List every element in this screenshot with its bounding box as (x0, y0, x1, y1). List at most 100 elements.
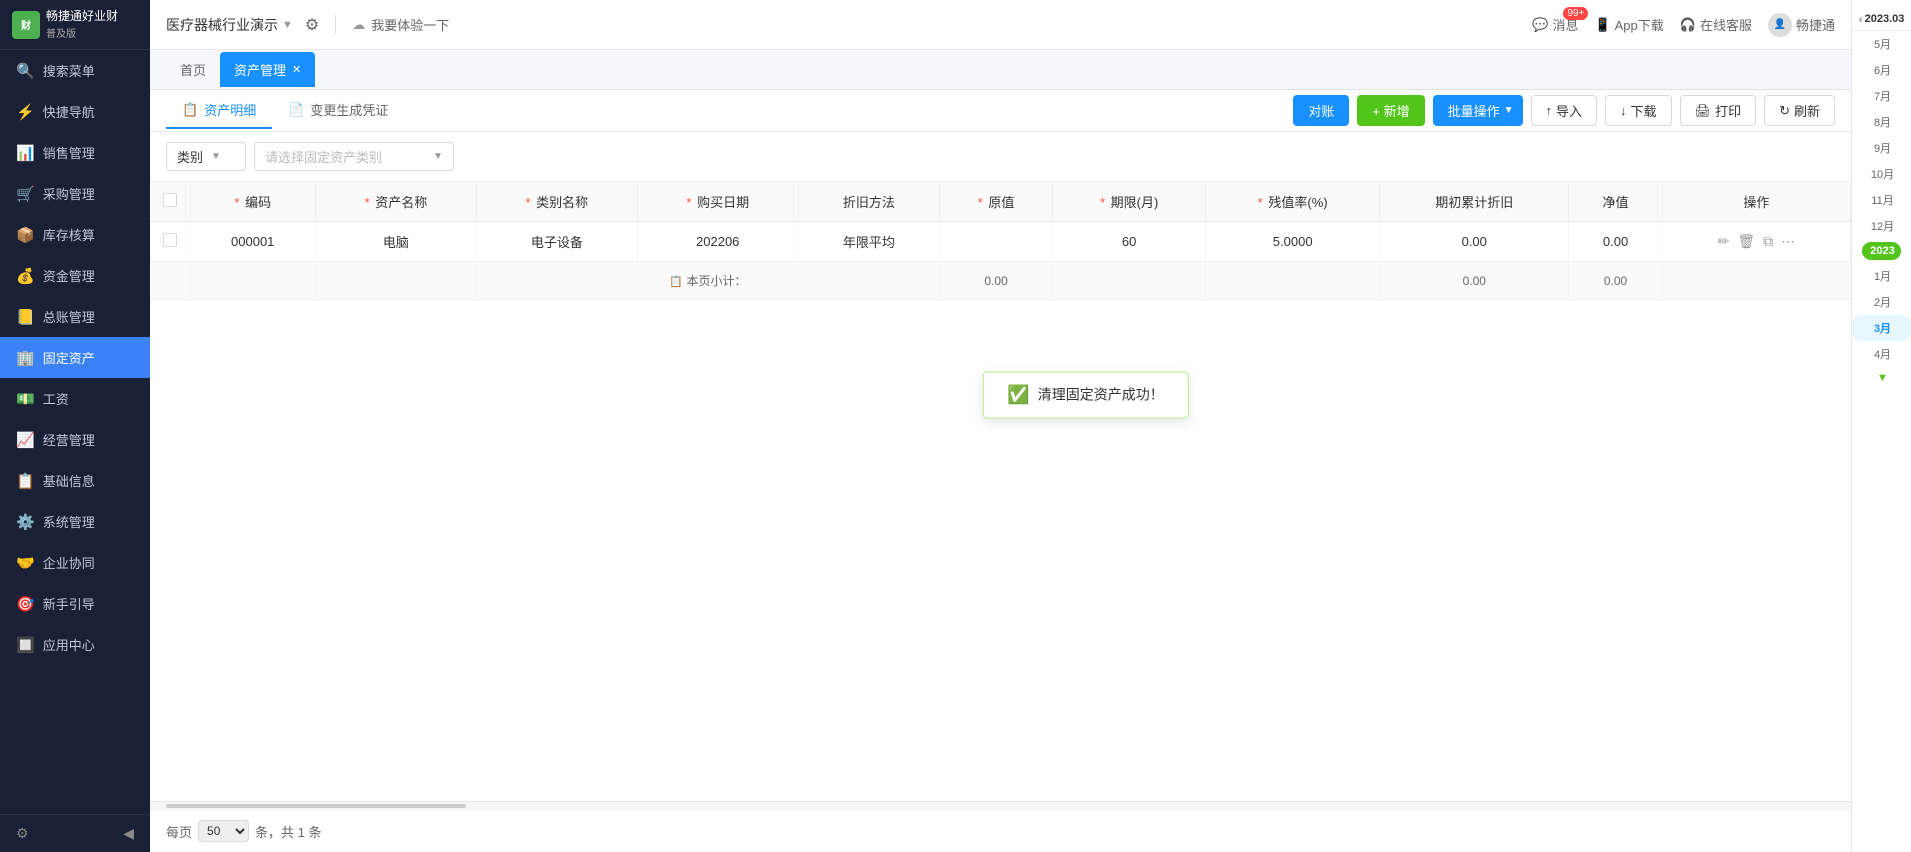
tab-asset-mgmt[interactable]: 资产管理 ✕ (220, 52, 315, 87)
company-selector[interactable]: 医疗器械行业演示 ▼ (166, 15, 293, 35)
row-actions: ✏ 🗑 ⧉ ⋯ (1662, 222, 1850, 262)
import-icon: ↑ (1546, 103, 1553, 118)
top-header: 医疗器械行业演示 ▼ ⚙ ☁ 我要体验一下 💬 消息 99+ 📱 App下载 🎧… (150, 0, 1851, 50)
user-menu-button[interactable]: 👤 畅捷通 (1768, 13, 1835, 37)
copy-icon[interactable]: ⧉ (1763, 233, 1773, 250)
category-input[interactable]: 请选择固定资产类别 ▼ (254, 142, 454, 171)
new-button[interactable]: + 新增 (1357, 95, 1424, 126)
system-icon: ⚙️ (16, 513, 35, 531)
sidebar-label-quick-nav: 快捷导航 (43, 102, 95, 121)
timeline-month-5[interactable]: 5月 (1852, 31, 1911, 57)
row-checkbox-cell (150, 222, 190, 262)
timeline-nav-left[interactable]: ‹ (1859, 12, 1863, 26)
col-code: * 编码 (190, 182, 315, 222)
header-gear-icon[interactable]: ⚙ (305, 15, 319, 35)
category-chevron-icon: ▼ (211, 151, 221, 162)
finance-icon: 💰 (16, 267, 35, 285)
sub-tab-change-voucher-label: 变更生成凭证 (310, 100, 388, 119)
sidebar-item-purchase[interactable]: 🛒 采购管理 (0, 173, 150, 214)
cloud-icon: ☁ (352, 17, 365, 33)
sidebar-footer: ⚙ ◀ (0, 814, 150, 852)
category-select[interactable]: 类别 ▼ (166, 142, 246, 171)
sidebar-item-basic-info[interactable]: 📋 基础信息 (0, 460, 150, 501)
business-icon: 📈 (16, 431, 35, 449)
timeline-month-3-current[interactable]: 3月 (1852, 315, 1911, 341)
payroll-icon: 💵 (16, 390, 35, 408)
refresh-button[interactable]: ↻ 刷新 (1764, 95, 1835, 126)
timeline-month-8[interactable]: 8月 (1852, 109, 1911, 135)
header-checkbox[interactable] (163, 193, 177, 207)
sub-tab-change-voucher[interactable]: 📄 变更生成凭证 (272, 92, 404, 129)
sidebar-item-ledger[interactable]: 📒 总账管理 (0, 296, 150, 337)
timeline-month-6[interactable]: 6月 (1852, 57, 1911, 83)
sidebar-item-fixed-assets[interactable]: 🏢 固定资产 (0, 337, 150, 378)
tab-home[interactable]: 首页 (166, 52, 220, 87)
timeline-month-4[interactable]: 4月 (1852, 341, 1911, 367)
cooperation-icon: 🤝 (16, 554, 35, 572)
subtotal-net-value: 0.00 (1569, 262, 1663, 300)
page-content: 📋 资产明细 📄 变更生成凭证 对账 + 新增 批量操作 ▼ (150, 90, 1851, 852)
reconcile-button[interactable]: 对账 (1293, 95, 1349, 126)
col-category: * 类别名称 (476, 182, 637, 222)
delete-icon[interactable]: 🗑 (1737, 233, 1755, 250)
timeline-nav-down[interactable]: ▼ (1852, 367, 1911, 389)
sidebar-label-sales: 销售管理 (43, 143, 95, 162)
sales-icon: 📊 (16, 144, 35, 162)
timeline-month-12[interactable]: 12月 (1852, 213, 1911, 239)
collapse-icon[interactable]: ◀ (123, 825, 134, 842)
sidebar-item-business[interactable]: 📈 经营管理 (0, 419, 150, 460)
sidebar-item-sales[interactable]: 📊 销售管理 (0, 132, 150, 173)
download-button[interactable]: ↓ 下载 (1605, 95, 1672, 126)
timeline-month-2[interactable]: 2月 (1852, 289, 1911, 315)
col-name: * 资产名称 (315, 182, 476, 222)
timeline-month-9[interactable]: 9月 (1852, 135, 1911, 161)
sidebar-item-search[interactable]: 🔍 搜索菜单 (0, 50, 150, 91)
new-label: + 新增 (1372, 101, 1409, 120)
tab-asset-mgmt-label: 资产管理 (234, 60, 286, 79)
import-button[interactable]: ↑ 导入 (1531, 95, 1598, 126)
sub-tab-asset-detail[interactable]: 📋 资产明细 (166, 92, 272, 129)
check-icon: ✅ (1007, 384, 1029, 405)
asset-table-wrapper: * 编码 * 资产名称 * 类别名称 * 购买日 (150, 182, 1851, 801)
sidebar-item-guide[interactable]: 🎯 新手引导 (0, 583, 150, 624)
sidebar-label-inventory: 库存核算 (43, 225, 95, 244)
settings-icon[interactable]: ⚙ (16, 825, 29, 842)
scrollbar-thumb[interactable] (166, 804, 466, 808)
timeline-month-10[interactable]: 10月 (1852, 161, 1911, 187)
sidebar-label-basic-info: 基础信息 (43, 471, 95, 490)
app-download-button[interactable]: 📱 App下载 (1594, 15, 1663, 34)
sidebar-label-finance: 资金管理 (43, 266, 95, 285)
tab-close-icon[interactable]: ✕ (292, 63, 301, 76)
message-button[interactable]: 💬 消息 99+ (1532, 15, 1578, 34)
sidebar-item-payroll[interactable]: 💵 工资 (0, 378, 150, 419)
app-center-icon: 🔲 (16, 636, 35, 654)
sidebar-label-payroll: 工资 (43, 389, 69, 408)
col-checkbox (150, 182, 190, 222)
row-residual-rate: 5.0000 (1206, 222, 1380, 262)
more-icon[interactable]: ⋯ (1781, 233, 1795, 250)
horizontal-scrollbar[interactable] (150, 801, 1851, 809)
sidebar-item-inventory[interactable]: 📦 库存核算 (0, 214, 150, 255)
timeline-month-7[interactable]: 7月 (1852, 83, 1911, 109)
edit-icon[interactable]: ✏ (1718, 233, 1730, 250)
timeline-month-11[interactable]: 11月 (1852, 187, 1911, 213)
batch-button[interactable]: 批量操作 ▼ (1433, 95, 1523, 126)
sidebar-item-cooperation[interactable]: 🤝 企业协同 (0, 542, 150, 583)
per-page-select[interactable]: 50 10 20 100 (198, 820, 249, 842)
subtotal-empty-code (190, 262, 315, 300)
sidebar-item-app-center[interactable]: 🔲 应用中心 (0, 624, 150, 665)
import-label: 导入 (1556, 101, 1582, 120)
row-depreciation-method: 年限平均 (798, 222, 939, 262)
sidebar-item-quick-nav[interactable]: ⚡ 快捷导航 (0, 91, 150, 132)
asset-detail-icon: 📋 (182, 102, 198, 118)
row-checkbox[interactable] (163, 233, 177, 247)
row-purchase-date: 202206 (637, 222, 798, 262)
sidebar-item-finance[interactable]: 💰 资金管理 (0, 255, 150, 296)
timeline-month-1[interactable]: 1月 (1852, 263, 1911, 289)
sidebar-item-system[interactable]: ⚙️ 系统管理 (0, 501, 150, 542)
sidebar-logo: 财 畅捷通好业财 普及版 (0, 0, 150, 50)
demo-banner: ☁ 我要体验一下 (352, 15, 449, 34)
print-button[interactable]: 🖨 打印 (1680, 95, 1757, 126)
online-service-button[interactable]: 🎧 在线客服 (1680, 15, 1752, 34)
header-right: 💬 消息 99+ 📱 App下载 🎧 在线客服 👤 畅捷通 (1532, 13, 1835, 37)
